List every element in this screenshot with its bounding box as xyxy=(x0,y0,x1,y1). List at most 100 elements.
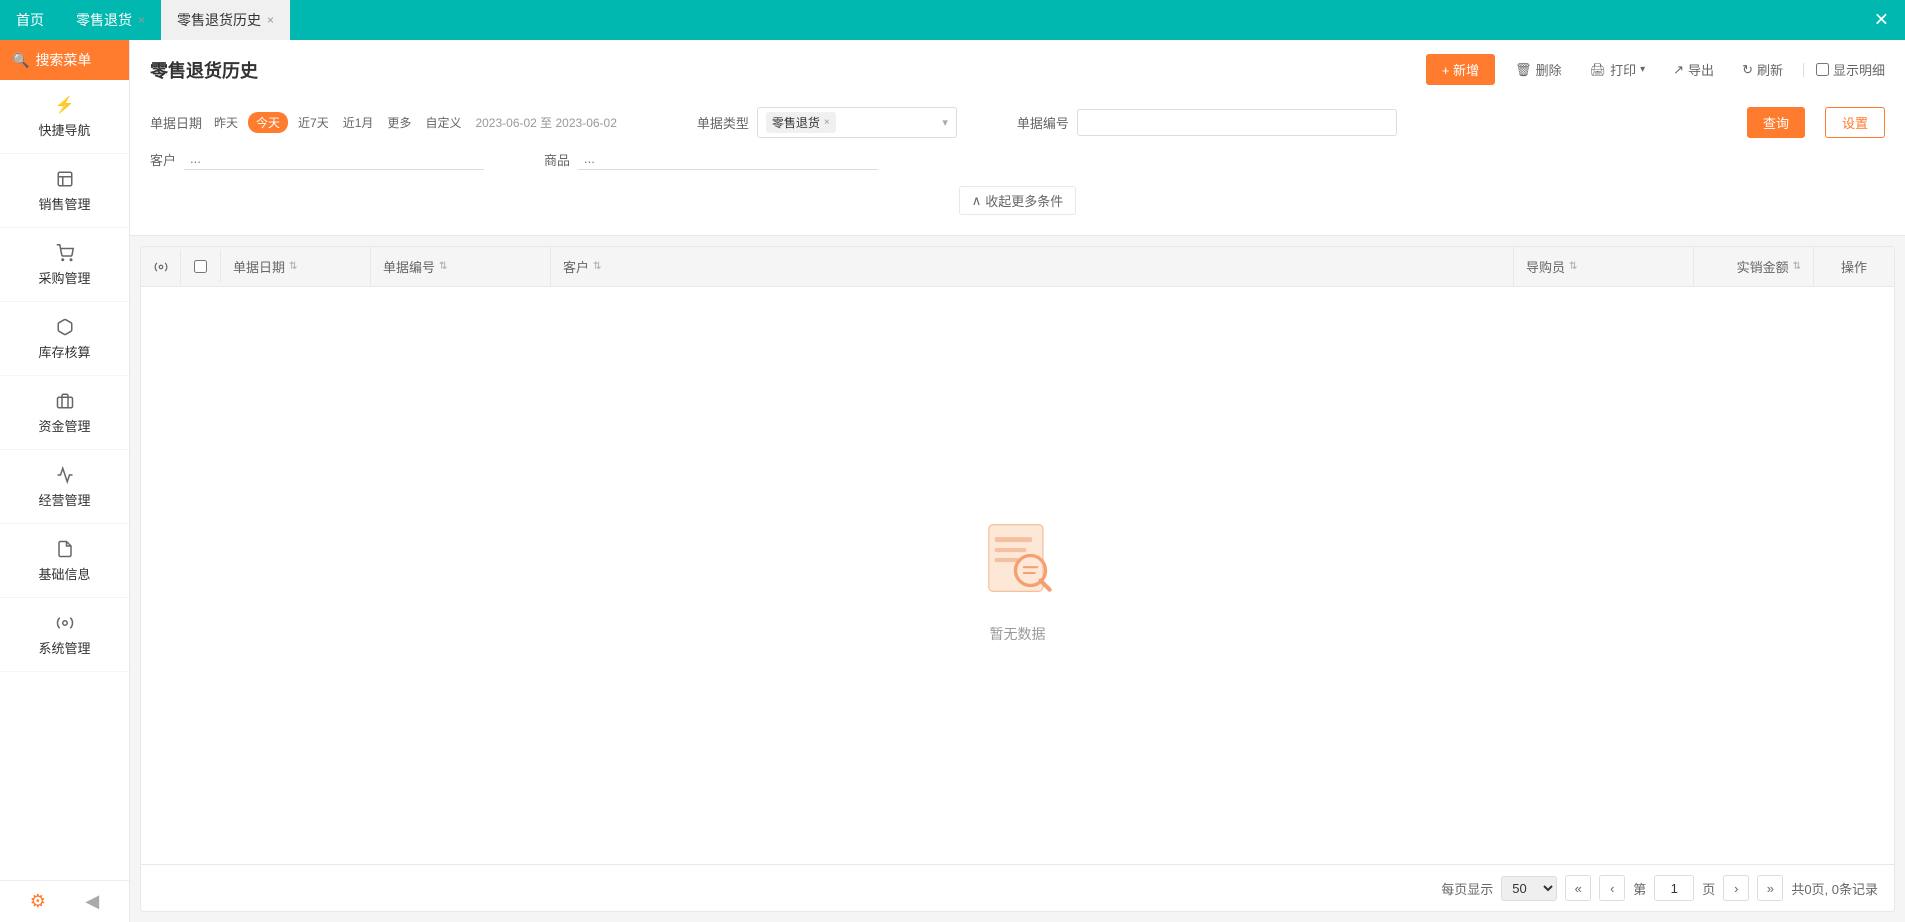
th-action: 操作 xyxy=(1814,247,1894,286)
sidebar-item-sales[interactable]: 销售管理 xyxy=(0,154,129,228)
type-tag-close[interactable]: × xyxy=(824,117,830,128)
page-header: 零售退货历史 + 新增 🗑 删除 🖨 打印 ▾ ↗ 导出 xyxy=(130,40,1905,236)
sidebar-item-inventory[interactable]: 库存核算 xyxy=(0,302,129,376)
refresh-button[interactable]: ↻ 刷新 xyxy=(1734,56,1791,83)
delete-button[interactable]: 🗑 删除 xyxy=(1507,56,1570,83)
query-button[interactable]: 查询 xyxy=(1747,107,1805,138)
refresh-icon: ↻ xyxy=(1742,62,1753,78)
filter-area: 单据日期 昨天 今天 近7天 近1月 更多 自定义 2023-06-02 至 2… xyxy=(150,97,1885,225)
filter-row-2: 客户 商品 xyxy=(150,148,1885,170)
sidebar-search[interactable]: 🔍 搜索菜单 xyxy=(0,40,129,80)
type-select[interactable]: 零售退货 × ▾ xyxy=(757,107,957,138)
sidebar-bottom: ⚙ ◀ xyxy=(0,880,129,922)
delete-label: 删除 xyxy=(1536,60,1562,79)
number-filter: 单据编号 xyxy=(1017,109,1397,136)
page-prev-button[interactable]: ‹ xyxy=(1599,875,1625,901)
sidebar-search-label: 搜索菜单 xyxy=(35,50,91,70)
business-icon xyxy=(54,464,76,486)
toolbar: + 新增 🗑 删除 🖨 打印 ▾ ↗ 导出 ↻ xyxy=(1426,54,1885,85)
goods-input[interactable] xyxy=(578,148,878,170)
tab-home[interactable]: 首页 xyxy=(0,0,60,40)
collapse-sidebar-icon[interactable]: ◀ xyxy=(85,891,99,912)
date-more[interactable]: 更多 xyxy=(383,112,415,133)
th-settings[interactable] xyxy=(141,250,181,284)
date-1month[interactable]: 近1月 xyxy=(339,112,378,133)
export-icon: ↗ xyxy=(1673,62,1684,78)
th-guide-label: 导购员 xyxy=(1526,257,1565,276)
date-yesterday[interactable]: 昨天 xyxy=(210,112,242,133)
select-all-checkbox[interactable] xyxy=(194,260,207,273)
th-customer[interactable]: 客户 ⇅ xyxy=(551,247,1514,286)
date-custom[interactable]: 自定义 xyxy=(421,112,465,133)
settings-bottom-icon[interactable]: ⚙ xyxy=(30,891,46,912)
show-detail-checkbox[interactable]: 显示明细 xyxy=(1816,60,1885,79)
sidebar-item-label: 采购管理 xyxy=(38,268,90,287)
filter-row-1: 单据日期 昨天 今天 近7天 近1月 更多 自定义 2023-06-02 至 2… xyxy=(150,107,1885,138)
th-number[interactable]: 单据编号 ⇅ xyxy=(371,247,551,286)
th-date-label: 单据日期 xyxy=(233,257,285,276)
sidebar-item-label: 库存核算 xyxy=(38,342,90,361)
sidebar-item-label: 销售管理 xyxy=(38,194,90,213)
number-input[interactable] xyxy=(1077,109,1397,136)
date-7days[interactable]: 近7天 xyxy=(294,112,333,133)
collapse-filter-button[interactable]: ∧ 收起更多条件 xyxy=(959,186,1077,215)
date-today[interactable]: 今天 xyxy=(248,112,288,133)
sidebar-item-base-info[interactable]: 基础信息 xyxy=(0,524,129,598)
window-close-button[interactable]: ✕ xyxy=(1874,10,1889,31)
show-detail-input[interactable] xyxy=(1816,63,1829,76)
tab-retail-return-label: 零售退货 xyxy=(76,10,132,30)
th-action-label: 操作 xyxy=(1841,257,1867,276)
th-guide[interactable]: 导购员 ⇅ xyxy=(1514,247,1694,286)
purchase-icon xyxy=(54,242,76,264)
th-date-sort[interactable]: ⇅ xyxy=(289,261,297,272)
sidebar-item-quick-nav[interactable]: ⚡ 快捷导航 xyxy=(0,80,129,154)
customer-filter: 客户 xyxy=(150,148,484,170)
tab-retail-return-history[interactable]: 零售退货历史 × xyxy=(161,0,290,40)
sales-icon xyxy=(54,168,76,190)
sidebar-item-business[interactable]: 经营管理 xyxy=(0,450,129,524)
table-header: 单据日期 ⇅ 单据编号 ⇅ 客户 ⇅ 导购员 ⇅ 实销金额 ⇅ xyxy=(141,247,1894,287)
tab-retail-return-history-close[interactable]: × xyxy=(267,13,274,27)
nav-tabs: 首页 零售退货 × 零售退货历史 × xyxy=(0,0,1905,40)
base-info-icon xyxy=(54,538,76,560)
th-checkbox[interactable] xyxy=(181,250,221,283)
th-customer-sort[interactable]: ⇅ xyxy=(593,261,601,272)
page-input[interactable] xyxy=(1654,875,1694,901)
print-button[interactable]: 🖨 打印 ▾ xyxy=(1582,56,1654,83)
top-nav: 首页 零售退货 × 零售退货历史 × ✕ xyxy=(0,0,1905,40)
page-first-button[interactable]: « xyxy=(1565,875,1591,901)
sidebar-item-purchase[interactable]: 采购管理 xyxy=(0,228,129,302)
tab-retail-return-close[interactable]: × xyxy=(138,13,145,27)
th-customer-label: 客户 xyxy=(563,257,589,276)
tab-retail-return[interactable]: 零售退货 × xyxy=(60,0,161,40)
sidebar-item-label: 系统管理 xyxy=(38,638,90,657)
th-amount-label: 实销金额 xyxy=(1737,257,1789,276)
page-size-select[interactable]: 50 100 200 xyxy=(1501,876,1557,901)
collapse-icon: ∧ xyxy=(972,193,982,209)
add-button[interactable]: + 新增 xyxy=(1426,54,1495,85)
empty-state: 暂无数据 xyxy=(141,287,1894,864)
customer-input[interactable] xyxy=(184,148,484,170)
delete-icon: 🗑 xyxy=(1515,62,1532,78)
sidebar-item-finance[interactable]: 资金管理 xyxy=(0,376,129,450)
page-title-row: 零售退货历史 + 新增 🗑 删除 🖨 打印 ▾ ↗ 导出 xyxy=(150,54,1885,85)
th-date[interactable]: 单据日期 ⇅ xyxy=(221,247,371,286)
th-number-sort[interactable]: ⇅ xyxy=(439,261,447,272)
collapse-label: 收起更多条件 xyxy=(985,191,1063,210)
th-guide-sort[interactable]: ⇅ xyxy=(1569,261,1577,272)
sidebar-item-label: 经营管理 xyxy=(38,490,90,509)
date-shortcuts: 昨天 今天 近7天 近1月 更多 自定义 xyxy=(210,112,465,133)
print-icon: 🖨 xyxy=(1590,62,1607,78)
sidebar-item-label: 快捷导航 xyxy=(38,120,90,139)
th-amount-sort[interactable]: ⇅ xyxy=(1793,261,1801,272)
page-next-button[interactable]: › xyxy=(1723,875,1749,901)
setting-button[interactable]: 设置 xyxy=(1825,107,1885,138)
total-info: 共0页, 0条记录 xyxy=(1791,879,1878,898)
export-button[interactable]: ↗ 导出 xyxy=(1665,56,1722,83)
th-amount[interactable]: 实销金额 ⇅ xyxy=(1694,247,1814,286)
number-filter-label: 单据编号 xyxy=(1017,113,1069,132)
print-label: 打印 xyxy=(1610,60,1636,79)
page-last-button[interactable]: » xyxy=(1757,875,1783,901)
sidebar-item-system[interactable]: 系统管理 xyxy=(0,598,129,672)
goods-filter: 商品 xyxy=(544,148,878,170)
